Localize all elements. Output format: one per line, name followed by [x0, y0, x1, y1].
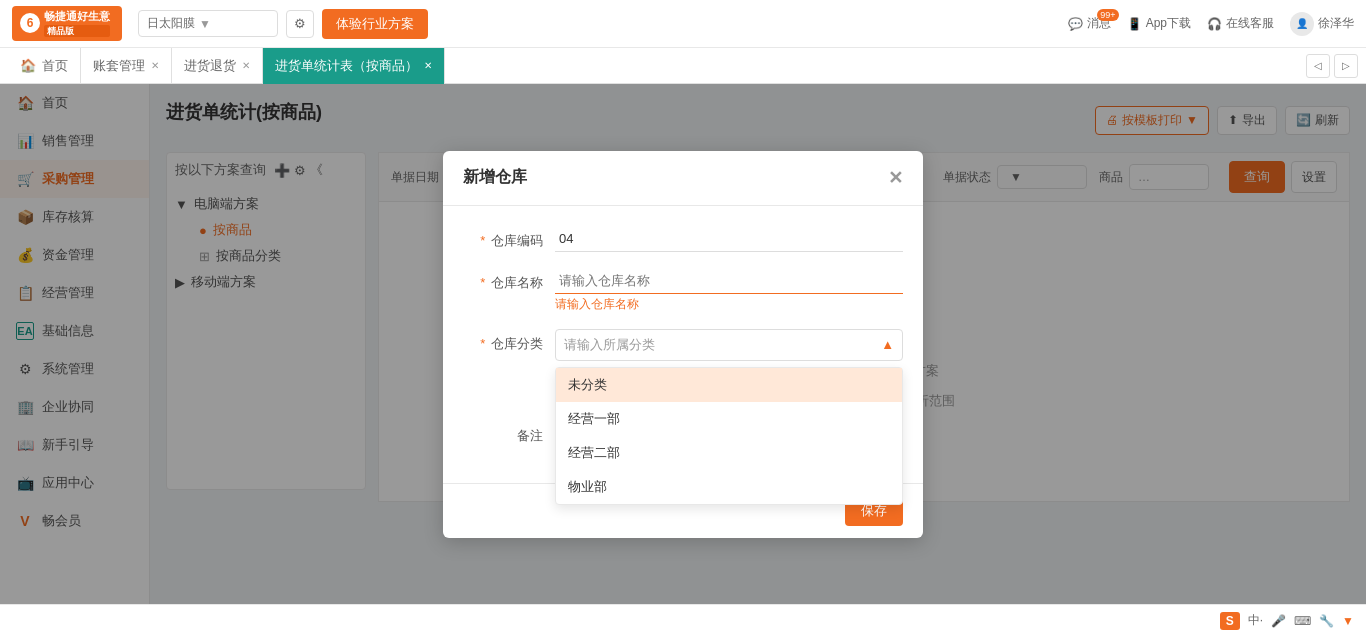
top-nav: 6 畅捷通好生意 精品版 日太阳膜 ▼ ⚙ 体验行业方案 💬 消息 99+ 📱 …: [0, 0, 1366, 48]
tab-bar: 🏠 首页 账套管理 ✕ 进货退货 ✕ 进货单统计表（按商品） ✕ ◁ ▷: [0, 48, 1366, 84]
tab-close-returns[interactable]: ✕: [242, 60, 250, 71]
tab-accounts[interactable]: 账套管理 ✕: [81, 48, 172, 84]
category-placeholder: 请输入所属分类: [564, 336, 655, 354]
code-label: * 仓库编码: [463, 226, 543, 250]
settings-icon[interactable]: ⚙: [286, 10, 314, 38]
message-item[interactable]: 💬 消息 99+: [1068, 15, 1111, 32]
tab-home[interactable]: 🏠 首页: [8, 48, 81, 84]
chinese-input-label: 中·: [1248, 612, 1263, 629]
mic-icon[interactable]: 🎤: [1271, 614, 1286, 628]
category-label: * 仓库分类: [463, 329, 543, 353]
name-error-msg: 请输入仓库名称: [555, 296, 903, 313]
modal-overlay: 新增仓库 ✕ * 仓库编码 * 仓库名称: [0, 84, 1366, 604]
modal-close-button[interactable]: ✕: [888, 167, 903, 189]
home-icon: 🏠: [20, 58, 36, 73]
tab-prev-btn[interactable]: ◁: [1306, 54, 1330, 78]
tab-close-accounts[interactable]: ✕: [151, 60, 159, 71]
modal-title: 新增仓库: [463, 167, 527, 188]
tab-close-statistics[interactable]: ✕: [424, 60, 432, 71]
name-input[interactable]: [555, 268, 903, 294]
logo-text: 畅捷通好生意 精品版: [44, 10, 110, 38]
code-input[interactable]: [555, 226, 903, 252]
logo: 6 畅捷通好生意 精品版: [12, 6, 122, 42]
headset-icon: 🎧: [1207, 17, 1222, 31]
search-bar[interactable]: 日太阳膜 ▼: [138, 10, 278, 37]
dropdown-item-uncategorized[interactable]: 未分类: [556, 368, 902, 402]
dropdown-item-property[interactable]: 物业部: [556, 470, 902, 504]
dropdown-item-ops2[interactable]: 经营二部: [556, 436, 902, 470]
dropdown-item-ops1[interactable]: 经营一部: [556, 402, 902, 436]
category-arrow-icon: ▲: [881, 337, 894, 352]
search-value: 日太阳膜: [147, 15, 195, 32]
modal-header: 新增仓库 ✕: [443, 151, 923, 206]
category-field-row: * 仓库分类 请输入所属分类 ▲ 未分类 经营一部 经营二部 物业部: [463, 329, 903, 361]
logo-icon: 6: [20, 13, 40, 33]
tab-returns[interactable]: 进货退货 ✕: [172, 48, 263, 84]
category-dropdown: 未分类 经营一部 经营二部 物业部: [555, 367, 903, 505]
nav-right: 💬 消息 99+ 📱 App下载 🎧 在线客服 👤 徐泽华: [1068, 12, 1354, 36]
modal-add-warehouse: 新增仓库 ✕ * 仓库编码 * 仓库名称: [443, 151, 923, 538]
code-input-wrap: [555, 226, 903, 252]
notes-label: 备注: [463, 421, 543, 445]
tab-actions: ◁ ▷: [1306, 54, 1358, 78]
trial-button[interactable]: 体验行业方案: [322, 9, 428, 39]
name-input-wrap: 请输入仓库名称: [555, 268, 903, 313]
keyboard-icon[interactable]: ⌨: [1294, 614, 1311, 628]
search-dropdown-icon[interactable]: ▼: [199, 17, 211, 31]
message-badge: 99+: [1097, 9, 1118, 21]
code-field-row: * 仓库编码: [463, 226, 903, 252]
avatar: 👤: [1290, 12, 1314, 36]
bottom-bar: S 中· 🎤 ⌨ 🔧 ▼: [0, 604, 1366, 636]
app-icon: 📱: [1127, 17, 1142, 31]
modal-body: * 仓库编码 * 仓库名称 请输入仓库名称: [443, 206, 923, 483]
name-field-row: * 仓库名称 请输入仓库名称: [463, 268, 903, 313]
name-label: * 仓库名称: [463, 268, 543, 292]
tab-statistics[interactable]: 进货单统计表（按商品） ✕: [263, 48, 445, 84]
bottom-icons: S 中· 🎤 ⌨ 🔧 ▼: [1220, 612, 1354, 630]
app-download-item[interactable]: 📱 App下载: [1127, 15, 1191, 32]
category-input-wrap: 请输入所属分类 ▲ 未分类 经营一部 经营二部 物业部: [555, 329, 903, 361]
message-icon: 💬: [1068, 17, 1083, 31]
arrow-down-icon[interactable]: ▼: [1342, 614, 1354, 628]
online-service-item[interactable]: 🎧 在线客服: [1207, 15, 1274, 32]
bottom-logo: S: [1220, 612, 1240, 630]
settings-icon2[interactable]: 🔧: [1319, 614, 1334, 628]
category-select[interactable]: 请输入所属分类 ▲: [555, 329, 903, 361]
tab-next-btn[interactable]: ▷: [1334, 54, 1358, 78]
user-item[interactable]: 👤 徐泽华: [1290, 12, 1354, 36]
